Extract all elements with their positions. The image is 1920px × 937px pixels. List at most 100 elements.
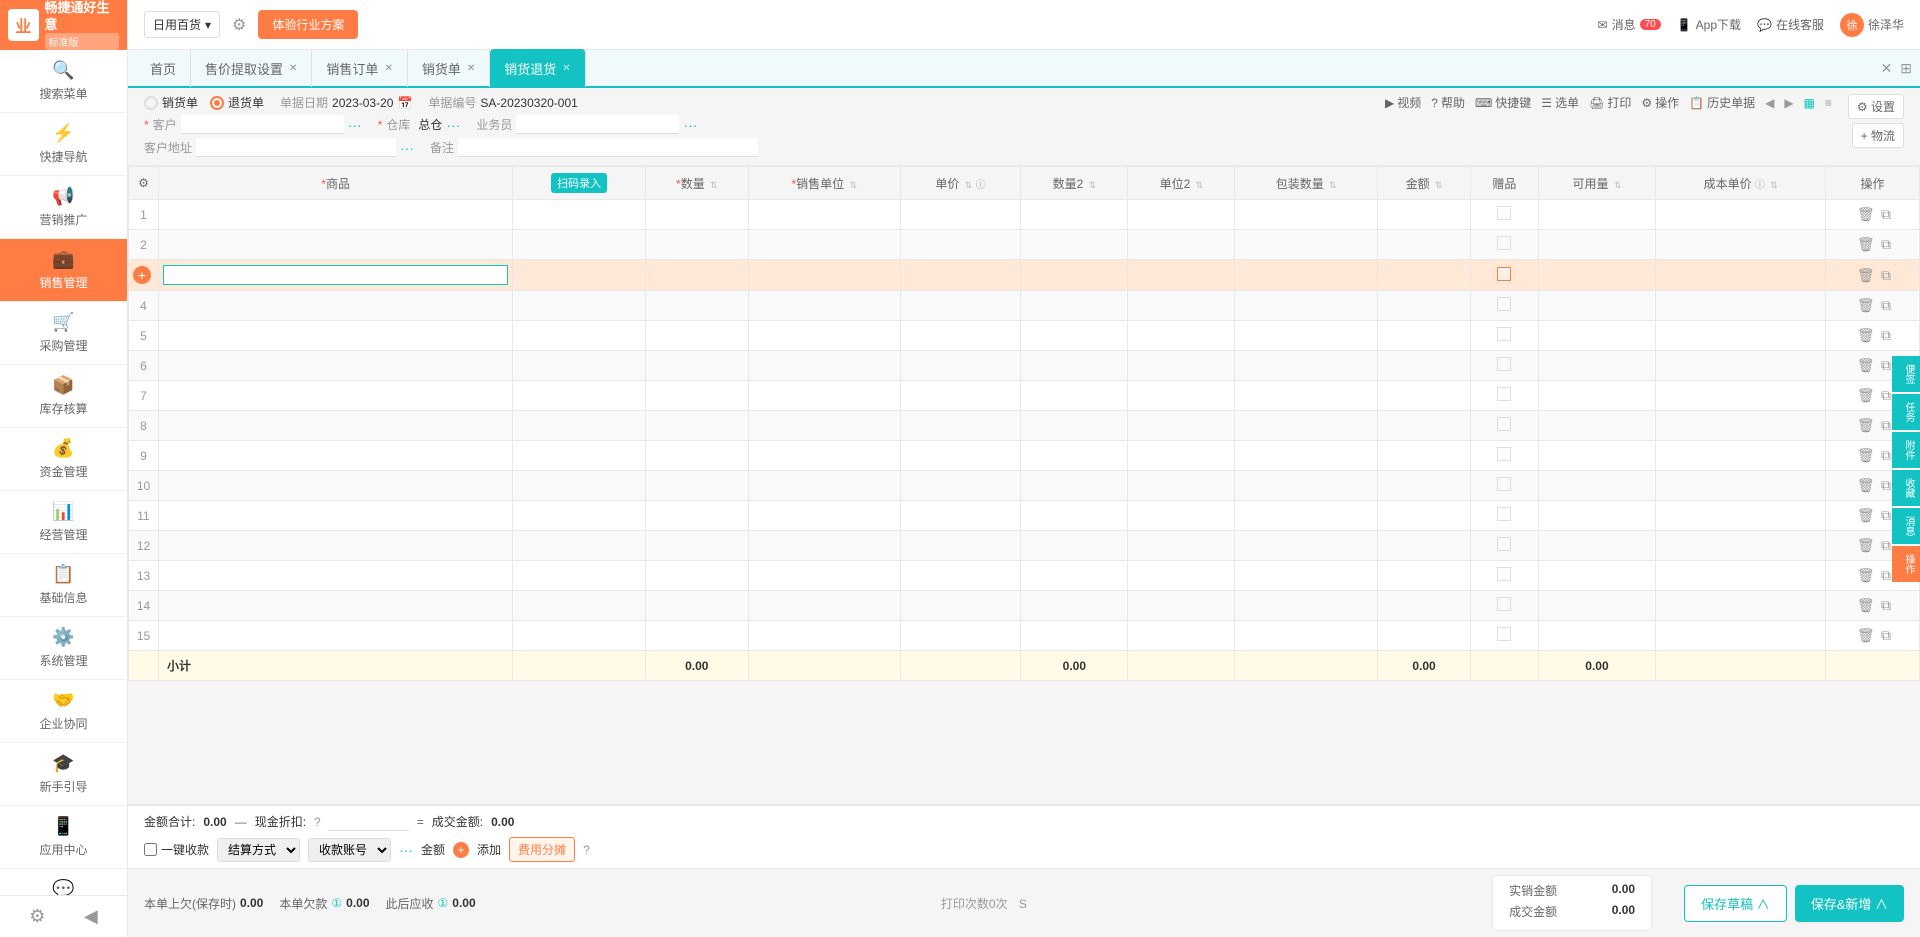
- copy-row-11[interactable]: ⧉: [1881, 507, 1891, 523]
- customer-service-button[interactable]: 💬 在线客服: [1757, 16, 1824, 33]
- cell-product-11[interactable]: [159, 501, 513, 531]
- print-btn[interactable]: 🖨 打印: [1589, 94, 1631, 111]
- copy-row-8[interactable]: ⧉: [1881, 417, 1891, 433]
- topbar-gear-icon[interactable]: ⚙: [232, 15, 246, 35]
- gift-checkbox-13[interactable]: [1497, 567, 1511, 581]
- delete-row-6[interactable]: 🗑: [1857, 357, 1875, 373]
- copy-row-10[interactable]: ⧉: [1881, 477, 1891, 493]
- cell-product-10[interactable]: [159, 471, 513, 501]
- warehouse-select-icon[interactable]: ···: [446, 117, 460, 133]
- copy-row-2[interactable]: ⧉: [1881, 236, 1891, 252]
- operate-btn[interactable]: ⚙ 操作: [1641, 94, 1679, 111]
- delete-row-13[interactable]: 🗑: [1857, 567, 1875, 583]
- sidebar-item-marketing[interactable]: 📢营销推广: [0, 176, 127, 239]
- copy-row-4[interactable]: ⧉: [1881, 297, 1891, 313]
- sidebar-item-basic[interactable]: 📋基础信息: [0, 554, 127, 617]
- delete-row-9[interactable]: 🗑: [1857, 447, 1875, 463]
- delete-row-1[interactable]: 🗑: [1857, 206, 1875, 222]
- cell-product-8[interactable]: [159, 411, 513, 441]
- gift-checkbox-15[interactable]: [1497, 627, 1511, 641]
- float-operate[interactable]: 操作: [1892, 546, 1920, 582]
- account-select[interactable]: 收款账号: [308, 838, 391, 862]
- cell-product-13[interactable]: [159, 561, 513, 591]
- add-payment-button[interactable]: +: [453, 842, 469, 858]
- sidebar-item-finance[interactable]: 💰资金管理: [0, 428, 127, 491]
- nav-prev-icon[interactable]: ◀: [1765, 96, 1774, 110]
- tab-sales_order[interactable]: 销售订单✕: [312, 49, 407, 87]
- gift-checkbox-2[interactable]: [1497, 236, 1511, 250]
- gift-checkbox-7[interactable]: [1497, 387, 1511, 401]
- delete-row-4[interactable]: 🗑: [1857, 297, 1875, 313]
- gift-checkbox-5[interactable]: [1497, 327, 1511, 341]
- delete-row-15[interactable]: 🗑: [1857, 627, 1875, 643]
- customer-select-icon[interactable]: ···: [348, 117, 362, 133]
- close-tab-icon[interactable]: ✕: [1881, 60, 1893, 77]
- status-circle-2[interactable]: ①: [331, 896, 342, 910]
- gift-checkbox-6[interactable]: [1497, 357, 1511, 371]
- delete-row-3[interactable]: 🗑: [1857, 267, 1875, 283]
- gift-checkbox-1[interactable]: [1497, 206, 1511, 220]
- float-files[interactable]: 附件: [1892, 432, 1920, 468]
- cell-product-9[interactable]: [159, 441, 513, 471]
- history-btn[interactable]: 📋 历史单据: [1689, 94, 1755, 111]
- settlement-method-select[interactable]: 结算方式: [217, 838, 300, 862]
- cell-product-7[interactable]: [159, 381, 513, 411]
- sidebar-item-wechat[interactable]: 💬企业微信: [0, 869, 127, 895]
- trial-button[interactable]: 体验行业方案: [258, 10, 358, 39]
- copy-row-13[interactable]: ⧉: [1881, 567, 1891, 583]
- cell-product-1[interactable]: [159, 200, 513, 230]
- copy-row-6[interactable]: ⧉: [1881, 357, 1891, 373]
- radio-sales[interactable]: 销货单: [144, 94, 198, 111]
- copy-row-1[interactable]: ⧉: [1881, 206, 1891, 222]
- one-click-check[interactable]: [144, 843, 157, 856]
- copy-row-12[interactable]: ⧉: [1881, 537, 1891, 553]
- logistics-button[interactable]: + 物流: [1852, 123, 1904, 148]
- address-input[interactable]: [196, 138, 396, 157]
- app-download-button[interactable]: 📱 App下载: [1677, 16, 1741, 33]
- cell-product-5[interactable]: [159, 321, 513, 351]
- customer-input[interactable]: [181, 115, 344, 134]
- cell-product-12[interactable]: [159, 531, 513, 561]
- tab-close-sales[interactable]: ✕: [467, 63, 475, 74]
- save-draft-button[interactable]: 保存草稿 ∧: [1684, 885, 1787, 922]
- tab-close-price[interactable]: ✕: [289, 63, 297, 74]
- copy-row-9[interactable]: ⧉: [1881, 447, 1891, 463]
- video-btn[interactable]: ▶ 视频: [1385, 94, 1421, 111]
- delete-row-2[interactable]: 🗑: [1857, 236, 1875, 252]
- copy-row-15[interactable]: ⧉: [1881, 627, 1891, 643]
- gift-checkbox-11[interactable]: [1497, 507, 1511, 521]
- settings-icon[interactable]: ⚙: [29, 906, 45, 927]
- tab-home[interactable]: 首页: [136, 49, 191, 87]
- account-select-icon[interactable]: ···: [399, 842, 413, 858]
- sidebar-item-inventory[interactable]: 📦库存核算: [0, 365, 127, 428]
- status-circle-3[interactable]: ①: [438, 896, 449, 910]
- save-new-button[interactable]: 保存&新增 ∧: [1795, 885, 1904, 922]
- product-input-3[interactable]: [163, 265, 508, 285]
- sidebar-item-guide[interactable]: 🎓新手引导: [0, 743, 127, 806]
- grid-view-icon[interactable]: ▦: [1804, 96, 1815, 110]
- discount-input[interactable]: [329, 812, 409, 831]
- sidebar-item-system[interactable]: ⚙️系统管理: [0, 617, 127, 680]
- sidebar-item-shortcut[interactable]: ⚡快捷导航: [0, 113, 127, 176]
- salesperson-input[interactable]: [516, 115, 679, 134]
- gift-checkbox-8[interactable]: [1497, 417, 1511, 431]
- gift-checkbox-3[interactable]: [1497, 267, 1511, 281]
- gift-checkbox-9[interactable]: [1497, 447, 1511, 461]
- tab-close-sales_return[interactable]: ✕: [562, 63, 570, 74]
- float-chat[interactable]: 消息: [1892, 508, 1920, 544]
- salesperson-select-icon[interactable]: ···: [683, 117, 697, 133]
- radio-return[interactable]: 退货单: [210, 94, 264, 111]
- maximize-icon[interactable]: ⊞: [1900, 60, 1912, 77]
- th-gear[interactable]: ⚙: [129, 167, 159, 200]
- copy-row-14[interactable]: ⧉: [1881, 597, 1891, 613]
- sidebar-bottom[interactable]: ⚙ ◀: [0, 895, 127, 937]
- industry-dropdown[interactable]: 日用百货 ▾: [144, 11, 220, 38]
- tab-sales[interactable]: 销货单✕: [408, 49, 490, 87]
- delete-row-11[interactable]: 🗑: [1857, 507, 1875, 523]
- remark-input[interactable]: [458, 138, 758, 157]
- float-star[interactable]: 收藏: [1892, 470, 1920, 506]
- copy-row-3[interactable]: ⧉: [1881, 267, 1891, 283]
- delete-row-10[interactable]: 🗑: [1857, 477, 1875, 493]
- cell-product-2[interactable]: [159, 230, 513, 260]
- sidebar-item-purchase[interactable]: 🛒采购管理: [0, 302, 127, 365]
